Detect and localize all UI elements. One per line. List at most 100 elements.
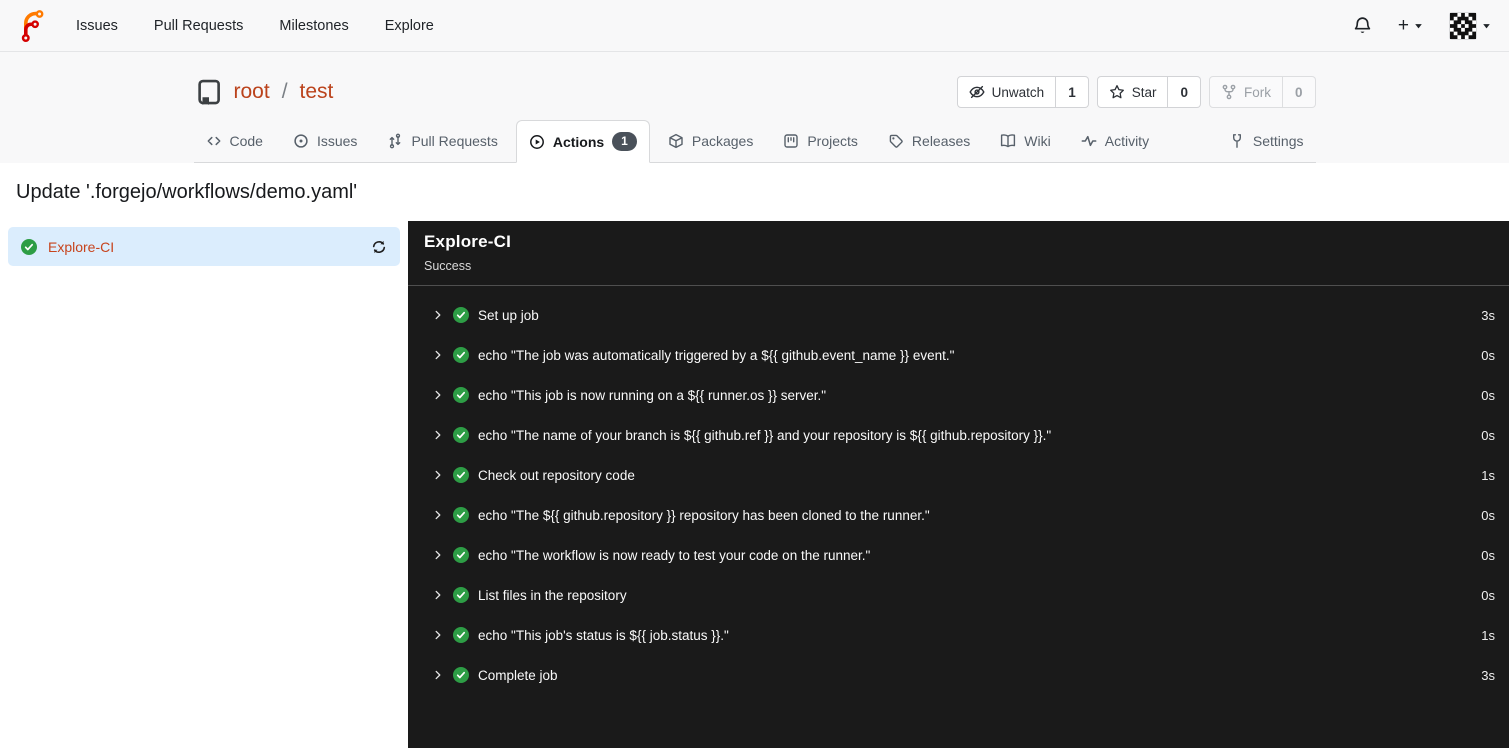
step-duration: 0s <box>1481 507 1495 523</box>
success-check-icon <box>453 627 469 643</box>
job-item-explore-ci[interactable]: Explore-CI <box>8 227 400 266</box>
repo-title-row: root / test Unwatch 1 Star 0 Fork 0 <box>194 68 1316 116</box>
user-menu-button[interactable] <box>1449 11 1491 40</box>
fork-icon <box>1221 84 1237 100</box>
project-board-icon <box>783 133 799 149</box>
step-label: Check out repository code <box>478 467 635 483</box>
step-row[interactable]: echo "The ${{ github.repository }} repos… <box>408 495 1509 535</box>
chevron-right-icon <box>432 509 444 521</box>
tab-settings[interactable]: Settings <box>1217 120 1316 162</box>
tab-wiki[interactable]: Wiki <box>988 120 1062 162</box>
chevron-right-icon <box>432 669 444 681</box>
chevron-right-icon <box>432 629 444 641</box>
tab-releases[interactable]: Releases <box>876 120 982 162</box>
tab-issues[interactable]: Issues <box>281 120 369 162</box>
tab-packages-label: Packages <box>691 133 754 149</box>
nav-pull-requests[interactable]: Pull Requests <box>154 18 243 34</box>
step-row[interactable]: echo "The job was automatically triggere… <box>408 335 1509 375</box>
unwatch-button[interactable]: Unwatch <box>956 76 1057 108</box>
fork-label: Fork <box>1243 84 1271 100</box>
step-row[interactable]: echo "This job is now running on a ${{ r… <box>408 375 1509 415</box>
step-label: echo "The job was automatically triggere… <box>478 347 955 363</box>
forks-count[interactable]: 0 <box>1282 76 1316 108</box>
success-check-icon <box>453 587 469 603</box>
avatar <box>1449 11 1477 40</box>
step-duration: 0s <box>1481 587 1495 603</box>
tools-icon <box>1229 133 1245 149</box>
identicon-avatar <box>1450 13 1476 39</box>
success-check-icon <box>21 239 37 255</box>
main-nav: Issues Pull Requests Milestones Explore <box>76 18 434 34</box>
step-label: echo "This job is now running on a ${{ r… <box>478 387 827 403</box>
tab-projects-label: Projects <box>807 133 858 149</box>
fork-button[interactable]: Fork <box>1208 76 1283 108</box>
tab-code[interactable]: Code <box>194 120 275 162</box>
step-label: List files in the repository <box>478 587 627 603</box>
step-row[interactable]: Check out repository code 1s <box>408 455 1509 495</box>
success-check-icon <box>453 307 469 323</box>
top-navbar: Issues Pull Requests Milestones Explore … <box>0 0 1509 52</box>
repo-header: root / test Unwatch 1 Star 0 Fork 0 Code… <box>0 52 1509 163</box>
pulse-icon <box>1081 133 1097 149</box>
step-row[interactable]: Set up job 3s <box>408 295 1509 335</box>
tab-wiki-label: Wiki <box>1024 133 1051 149</box>
forgejo-logo-icon[interactable] <box>16 8 48 44</box>
success-check-icon <box>453 387 469 403</box>
tab-pull-requests[interactable]: Pull Requests <box>375 120 509 162</box>
step-row[interactable]: Complete job 3s <box>408 655 1509 695</box>
tab-actions[interactable]: Actions 1 <box>515 120 650 163</box>
run-title: Update '.forgejo/workflows/demo.yaml' <box>16 180 358 203</box>
repo-title: root / test <box>194 77 334 107</box>
tab-settings-label: Settings <box>1252 133 1304 149</box>
success-check-icon <box>453 507 469 523</box>
create-menu-button[interactable]: + <box>1398 16 1423 35</box>
sync-icon <box>371 239 387 255</box>
step-row[interactable]: echo "The name of your branch is ${{ git… <box>408 415 1509 455</box>
repo-owner-link[interactable]: root <box>234 80 270 104</box>
success-check-icon <box>453 427 469 443</box>
step-row[interactable]: echo "The workflow is now ready to test … <box>408 535 1509 575</box>
book-open-icon <box>1000 133 1016 149</box>
pull-request-icon <box>387 133 403 149</box>
job-log-panel: Explore-CI Success Set up job 3s echo "T… <box>408 221 1509 748</box>
tab-pull-requests-label: Pull Requests <box>411 133 498 149</box>
nav-milestones[interactable]: Milestones <box>279 18 348 34</box>
repo-tabs: Code Issues Pull Requests Actions 1 Pack… <box>193 120 1316 163</box>
jobs-sidebar: Explore-CI <box>0 221 408 748</box>
step-duration: 0s <box>1481 387 1495 403</box>
fork-button-group: Fork 0 <box>1208 76 1316 108</box>
success-check-icon <box>453 467 469 483</box>
step-row[interactable]: List files in the repository 0s <box>408 575 1509 615</box>
step-duration: 0s <box>1481 347 1495 363</box>
nav-issues[interactable]: Issues <box>76 18 118 34</box>
tab-actions-label: Actions <box>552 133 605 150</box>
job-log-title: Explore-CI <box>424 232 512 251</box>
issue-circle-icon <box>293 133 309 149</box>
chevron-right-icon <box>432 309 444 321</box>
step-row[interactable]: echo "This job's status is ${{ job.statu… <box>408 615 1509 655</box>
code-icon <box>206 133 222 149</box>
tab-activity[interactable]: Activity <box>1069 120 1161 162</box>
tab-code-label: Code <box>229 133 263 149</box>
play-circle-icon <box>529 134 545 150</box>
watchers-count[interactable]: 1 <box>1056 76 1089 108</box>
notifications-button[interactable] <box>1353 16 1372 35</box>
repo-name-link[interactable]: test <box>300 80 334 104</box>
success-check-icon <box>453 667 469 683</box>
eye-slash-icon <box>969 84 985 100</box>
rerun-job-button[interactable] <box>371 239 387 255</box>
nav-explore[interactable]: Explore <box>385 18 434 34</box>
bell-icon <box>1353 16 1372 35</box>
chevron-right-icon <box>432 589 444 601</box>
star-button[interactable]: Star <box>1096 76 1169 108</box>
step-duration: 1s <box>1481 627 1495 643</box>
job-log-header: Explore-CI Success <box>408 221 1509 286</box>
step-label: echo "The workflow is now ready to test … <box>478 547 871 563</box>
chevron-down-icon <box>1482 22 1491 30</box>
navbar-right: + <box>1353 11 1491 40</box>
stars-count[interactable]: 0 <box>1168 76 1201 108</box>
tag-icon <box>888 133 904 149</box>
tab-projects[interactable]: Projects <box>771 120 870 162</box>
tab-packages[interactable]: Packages <box>656 120 765 162</box>
tab-activity-label: Activity <box>1104 133 1150 149</box>
